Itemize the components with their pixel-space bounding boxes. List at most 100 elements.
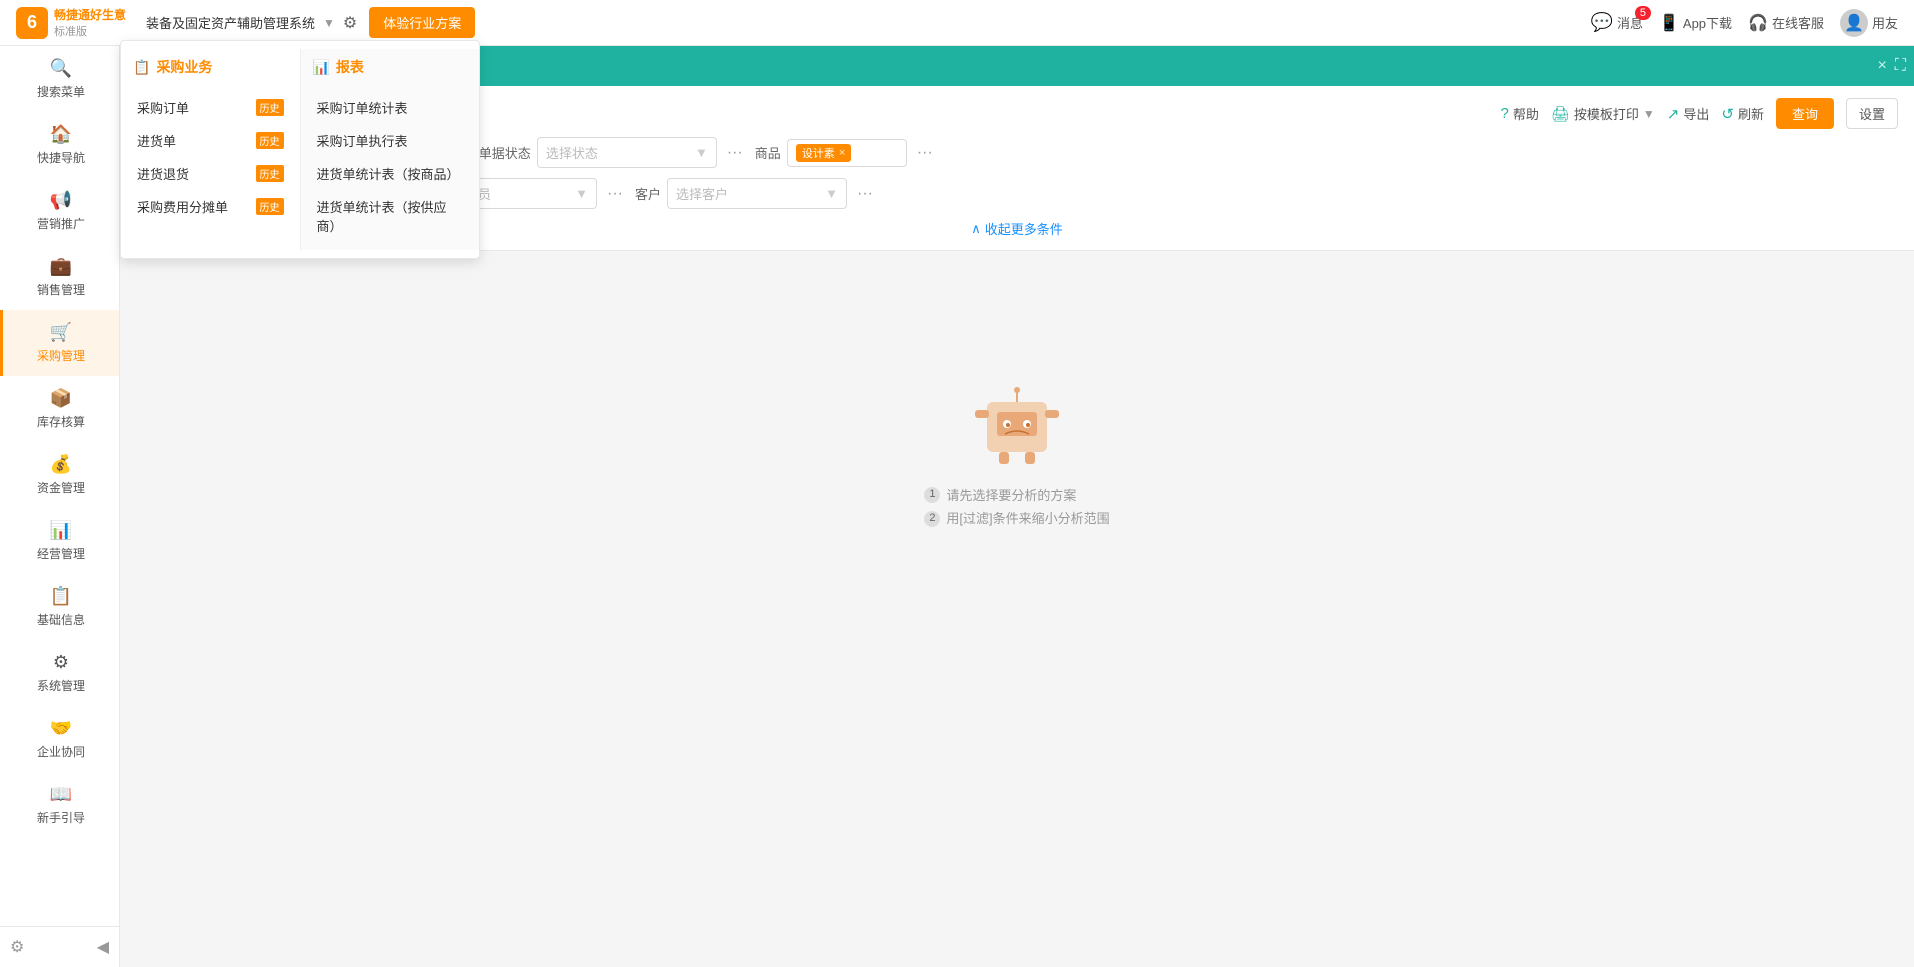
sidebar-item-management[interactable]: 📊 经营管理: [0, 508, 119, 574]
cooperation-icon: 🤝: [50, 718, 72, 739]
report-col: 📊 报表 采购订单统计表 采购订单执行表 进货单统计表（按商品） 进货单统计表（…: [300, 49, 480, 250]
sidebar-item-home[interactable]: 🏠 快捷导航: [0, 112, 119, 178]
message-icon: 💬: [1591, 12, 1613, 33]
customer-select[interactable]: 选择客户 ▼: [667, 178, 847, 209]
report-title-icon: 📊: [313, 59, 330, 76]
history-badge-3: 历史: [256, 198, 284, 215]
dropdown-columns: 📋 采购业务 采购订单 历史 进货单 历史 进货退货 历史 采购费用分摊单 历史: [121, 49, 479, 250]
sidebar-item-inventory[interactable]: 📦 库存核算: [0, 376, 119, 442]
customer-label: 客户: [635, 184, 661, 203]
system-title: 装备及固定资产辅助管理系统 ▼ ⚙: [146, 13, 357, 33]
empty-text: 1 请先选择要分析的方案 2 用[过滤]条件来缩小分析范围: [924, 484, 1109, 531]
sidebar-item-basic-info[interactable]: 📋 基础信息: [0, 574, 119, 640]
goods-filter: 商品 设计素 × ···: [755, 139, 933, 167]
purchase-dropdown-menu: 📋 采购业务 采购订单 历史 进货单 历史 进货退货 历史 采购费用分摊单 历史: [120, 40, 480, 259]
report-col-title: 📊 报表: [313, 57, 468, 81]
sidebar-item-search[interactable]: 🔍 搜索菜单: [0, 46, 119, 112]
salesperson-dots-icon[interactable]: ···: [607, 185, 623, 203]
industry-btn[interactable]: 体验行业方案: [369, 7, 475, 38]
dropdown-return[interactable]: 进货退货 历史: [133, 157, 288, 190]
logo-text: 畅捷通好生意 标准版: [54, 6, 126, 39]
dropdown-purchase-order[interactable]: 采购订单 历史: [133, 91, 288, 124]
marketing-icon: 📢: [50, 190, 72, 211]
user-btn[interactable]: 👤 用友: [1840, 9, 1898, 37]
setting-btn[interactable]: 设置: [1846, 98, 1898, 129]
dropdown-report-4[interactable]: 进货单统计表（按供应商）: [313, 190, 468, 242]
refresh-btn[interactable]: ↺ 刷新: [1721, 104, 1764, 123]
empty-tip-2: 2 用[过滤]条件来缩小分析范围: [924, 507, 1109, 530]
online-service-btn[interactable]: 🎧 在线客服: [1748, 13, 1824, 33]
phone-icon: 📱: [1659, 13, 1679, 33]
history-badge-2: 历史: [256, 165, 284, 182]
sidebar-item-cooperation[interactable]: 🤝 企业协同: [0, 706, 119, 772]
tab-bar-controls: × ⛶: [1877, 57, 1906, 75]
logo-icon: 6: [16, 7, 48, 39]
help-icon: ?: [1500, 105, 1508, 122]
print-icon: 🖨: [1551, 105, 1570, 123]
message-btn[interactable]: 💬 消息 5: [1591, 12, 1643, 33]
sidebar: 🔍 搜索菜单 🏠 快捷导航 📢 营销推广 💼 销售管理 🛒 采购管理 📦 库存核…: [0, 46, 120, 967]
topbar-right: 💬 消息 5 📱 App下载 🎧 在线客服 👤 用友: [1591, 9, 1898, 37]
collapse-sidebar-icon[interactable]: ◀: [97, 937, 109, 957]
app-download-btn[interactable]: 📱 App下载: [1659, 13, 1732, 33]
help-btn[interactable]: ? 帮助: [1500, 104, 1538, 123]
finance-icon: 💰: [50, 454, 72, 475]
export-icon: ↗: [1667, 105, 1680, 123]
management-icon: 📊: [50, 520, 72, 541]
goods-tag: 设计素 ×: [796, 144, 851, 162]
avatar: 👤: [1840, 9, 1868, 37]
logo: 6 畅捷通好生意 标准版: [16, 6, 136, 39]
sidebar-item-system[interactable]: ⚙ 系统管理: [0, 640, 119, 706]
export-btn[interactable]: ↗ 导出: [1667, 104, 1710, 123]
bill-status-dots-icon[interactable]: ···: [727, 144, 743, 162]
info-icon: 📋: [50, 586, 72, 607]
customer-filter: 客户 选择客户 ▼ ···: [635, 178, 873, 209]
purchase-col: 📋 采购业务 采购订单 历史 进货单 历史 进货退货 历史 采购费用分摊单 历史: [121, 49, 300, 250]
empty-tip-1: 1 请先选择要分析的方案: [924, 484, 1109, 507]
salesperson-arrow-icon: ▼: [575, 186, 588, 201]
dropdown-inbound[interactable]: 进货单 历史: [133, 124, 288, 157]
purchase-title-icon: 📋: [133, 59, 150, 76]
purchase-col-title: 📋 采购业务: [133, 57, 288, 81]
bill-status-label: 单据状态: [479, 143, 531, 162]
headset-icon: 🎧: [1748, 13, 1768, 33]
dropdown-report-1[interactable]: 采购订单统计表: [313, 91, 468, 124]
tab-minimize-icon[interactable]: ×: [1877, 57, 1886, 75]
sidebar-item-sales[interactable]: 💼 销售管理: [0, 244, 119, 310]
inventory-icon: 📦: [50, 388, 72, 409]
dropdown-report-3[interactable]: 进货单统计表（按商品）: [313, 157, 468, 190]
title-arrow-icon: ▼: [323, 16, 335, 30]
sales-icon: 💼: [50, 256, 72, 277]
empty-svg: [957, 372, 1077, 472]
settings-bottom-icon[interactable]: ⚙: [10, 937, 24, 957]
sidebar-bottom: ⚙ ◀: [0, 926, 119, 967]
empty-state: 1 请先选择要分析的方案 2 用[过滤]条件来缩小分析范围: [120, 251, 1914, 651]
bill-status-select[interactable]: 选择状态 ▼: [537, 137, 717, 168]
history-badge-1: 历史: [256, 132, 284, 149]
bill-status-arrow-icon: ▼: [695, 145, 708, 160]
print-arrow-icon: ▼: [1643, 107, 1655, 121]
goods-tag-close-icon[interactable]: ×: [839, 147, 845, 159]
sidebar-item-guide[interactable]: 📖 新手引导: [0, 772, 119, 838]
tab-maximize-icon[interactable]: ⛶: [1895, 57, 1906, 75]
history-badge-0: 历史: [256, 99, 284, 116]
empty-illustration: [957, 372, 1077, 472]
sidebar-item-purchase[interactable]: 🛒 采购管理: [0, 310, 119, 376]
print-btn[interactable]: 🖨 按模板打印 ▼: [1551, 104, 1655, 123]
dropdown-report-2[interactable]: 采购订单执行表: [313, 124, 468, 157]
collapse-btn[interactable]: ∧ 收起更多条件: [971, 219, 1063, 238]
collapse-up-icon: ∧: [971, 221, 981, 237]
query-btn[interactable]: 查询: [1776, 98, 1834, 129]
goods-dots-icon[interactable]: ···: [917, 144, 933, 162]
refresh-icon: ↺: [1721, 105, 1734, 123]
sidebar-item-finance[interactable]: 💰 资金管理: [0, 442, 119, 508]
settings-gear-icon[interactable]: ⚙: [343, 13, 357, 33]
goods-label: 商品: [755, 143, 781, 162]
home-icon: 🏠: [50, 124, 72, 145]
goods-input[interactable]: 设计素 ×: [787, 139, 907, 167]
sidebar-item-marketing[interactable]: 📢 营销推广: [0, 178, 119, 244]
customer-arrow-icon: ▼: [825, 186, 838, 201]
search-icon: 🔍: [50, 58, 72, 79]
dropdown-expense[interactable]: 采购费用分摊单 历史: [133, 190, 288, 223]
customer-dots-icon[interactable]: ···: [857, 185, 873, 203]
